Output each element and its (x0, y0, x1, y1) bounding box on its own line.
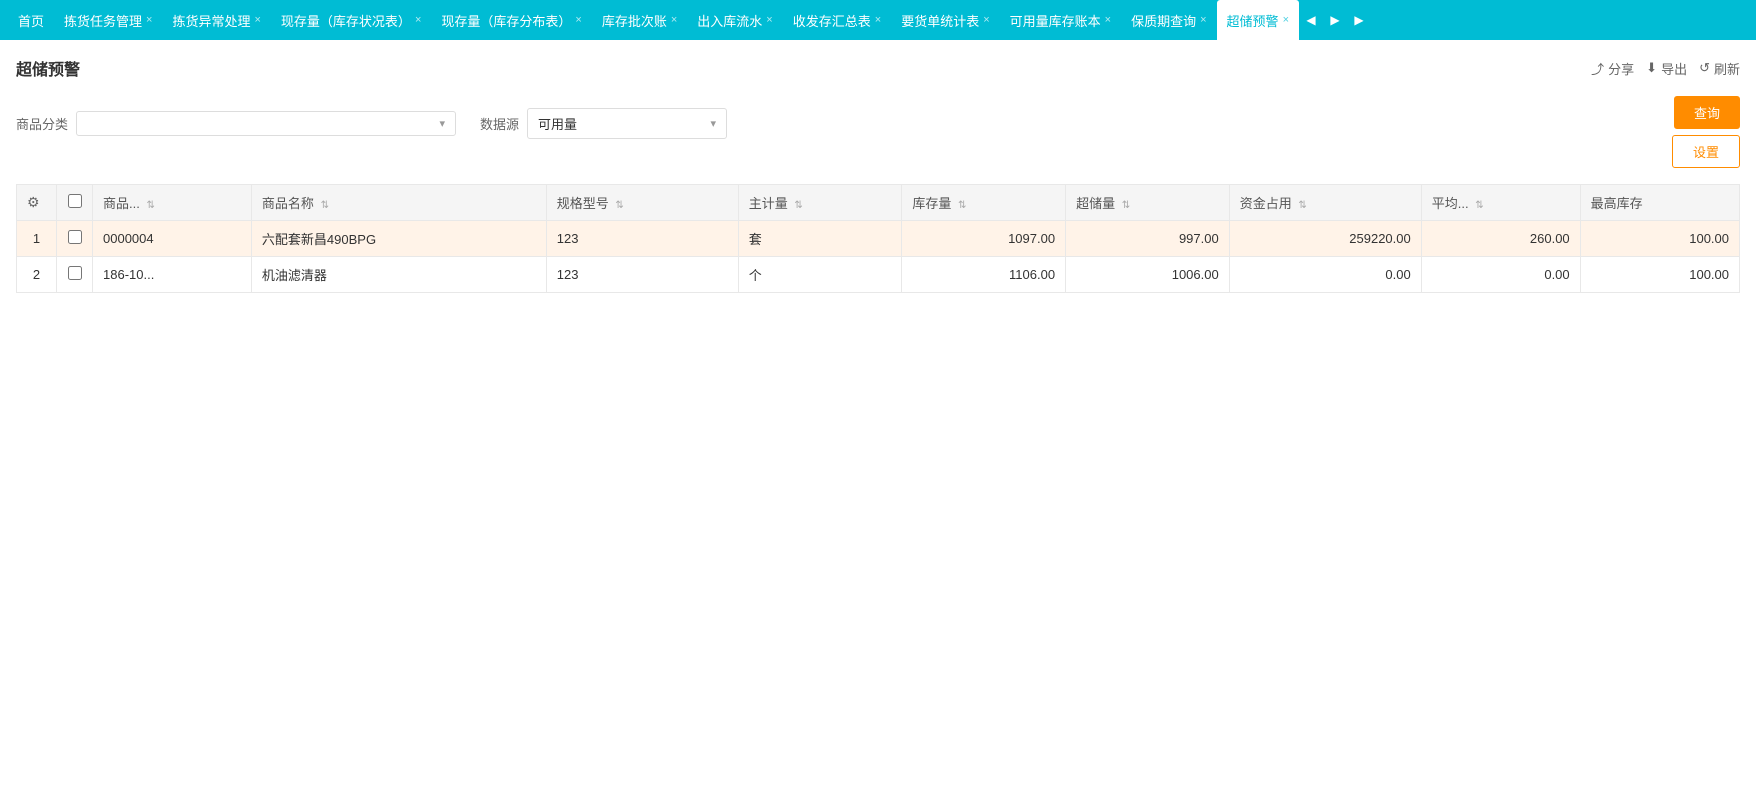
close-icon[interactable]: × (1200, 14, 1206, 26)
cell-avg: 0.00 (1421, 257, 1580, 293)
nav-item-overstock[interactable]: 超储预警 × (1217, 0, 1299, 40)
cell-product-code: 0000004 (93, 221, 252, 257)
sort-icon: ⇅ (958, 200, 966, 211)
cell-unit: 套 (738, 221, 902, 257)
filter-buttons: 查询 设置 (1672, 96, 1740, 168)
close-icon[interactable]: × (983, 14, 989, 26)
row-checkbox[interactable] (68, 230, 82, 244)
share-button[interactable]: ⤴ 分享 (1591, 59, 1634, 78)
chevron-down-icon: ▾ (711, 117, 717, 130)
cell-overstock: 997.00 (1066, 221, 1230, 257)
share-icon: ⤴ (1591, 59, 1604, 78)
page-header: 超储预警 ⤴ 分享 ⬇ 导出 ↺ 刷新 (16, 56, 1740, 80)
refresh-button[interactable]: ↺ 刷新 (1699, 59, 1740, 78)
category-label: 商品分类 (16, 114, 68, 133)
table-row: 1 0000004 六配套新昌490BPG 123 套 1097.00 997.… (17, 221, 1740, 257)
cell-product-name: 六配套新昌490BPG (251, 221, 546, 257)
page-title: 超储预警 (16, 56, 80, 80)
settings-button[interactable]: 设置 (1672, 135, 1740, 168)
sort-icon: ⇅ (321, 200, 329, 211)
category-filter: 商品分类 ▾ (16, 111, 456, 136)
close-icon[interactable]: × (875, 14, 881, 26)
nav-more-arrow[interactable]: ▶ (1347, 0, 1371, 40)
cell-overstock: 1006.00 (1066, 257, 1230, 293)
close-icon[interactable]: × (671, 14, 677, 26)
sort-icon: ⇅ (1298, 200, 1306, 211)
row-index: 1 (17, 221, 57, 257)
header-actions: ⤴ 分享 ⬇ 导出 ↺ 刷新 (1591, 59, 1740, 78)
cell-max-stock: 100.00 (1580, 221, 1739, 257)
close-icon[interactable]: × (575, 14, 581, 26)
nav-item-stock-status[interactable]: 现存量（库存状况表） × (271, 0, 431, 40)
nav-item-demand[interactable]: 要货单统计表 × (891, 0, 999, 40)
th-max-stock[interactable]: 最高库存 (1580, 185, 1739, 221)
th-checkbox (57, 185, 93, 221)
row-checkbox[interactable] (68, 266, 82, 280)
row-checkbox-cell (57, 221, 93, 257)
sort-icon: ⇅ (146, 200, 154, 211)
th-settings[interactable]: ⚙ (17, 185, 57, 221)
nav-left-arrow[interactable]: ◀ (1299, 0, 1323, 40)
top-navigation: 首页 拣货任务管理 × 拣货异常处理 × 现存量（库存状况表） × 现存量（库存… (0, 0, 1756, 40)
th-product-name[interactable]: 商品名称 ⇅ (251, 185, 546, 221)
row-index: 2 (17, 257, 57, 293)
cell-capital: 259220.00 (1229, 221, 1421, 257)
query-button[interactable]: 查询 (1674, 96, 1740, 129)
cell-product-code: 186-10... (93, 257, 252, 293)
cell-spec: 123 (546, 257, 738, 293)
data-table: ⚙ 商品... ⇅ 商品名称 ⇅ 规格型号 ⇅ 主计量 (16, 184, 1740, 293)
nav-item-stock-dist[interactable]: 现存量（库存分布表） × (431, 0, 591, 40)
cell-avg: 260.00 (1421, 221, 1580, 257)
cell-spec: 123 (546, 221, 738, 257)
cell-max-stock: 100.00 (1580, 257, 1739, 293)
cell-stock: 1106.00 (902, 257, 1066, 293)
th-unit[interactable]: 主计量 ⇅ (738, 185, 902, 221)
export-icon: ⬇ (1646, 60, 1657, 76)
datasource-filter: 数据源 可用量 ▾ (480, 108, 727, 139)
close-icon[interactable]: × (1105, 14, 1111, 26)
th-product-code[interactable]: 商品... ⇅ (93, 185, 252, 221)
th-spec[interactable]: 规格型号 ⇅ (546, 185, 738, 221)
th-capital[interactable]: 资金占用 ⇅ (1229, 185, 1421, 221)
sort-icon: ⇅ (1475, 200, 1483, 211)
nav-right-arrow[interactable]: ▶ (1323, 0, 1347, 40)
close-icon[interactable]: × (766, 14, 772, 26)
sort-icon: ⇅ (794, 200, 802, 211)
th-overstock[interactable]: 超储量 ⇅ (1066, 185, 1230, 221)
select-all-checkbox[interactable] (68, 194, 82, 208)
sort-icon: ⇅ (1122, 200, 1130, 211)
sort-icon: ⇅ (615, 200, 623, 211)
close-icon[interactable]: × (254, 14, 260, 26)
nav-item-summary[interactable]: 收发存汇总表 × (783, 0, 891, 40)
table-header-row: ⚙ 商品... ⇅ 商品名称 ⇅ 规格型号 ⇅ 主计量 (17, 185, 1740, 221)
chevron-down-icon: ▾ (439, 117, 445, 130)
close-icon[interactable]: × (415, 14, 421, 26)
close-icon[interactable]: × (146, 14, 152, 26)
row-checkbox-cell (57, 257, 93, 293)
nav-item-batch[interactable]: 库存批次账 × (592, 0, 687, 40)
datasource-label: 数据源 (480, 114, 519, 133)
nav-item-home[interactable]: 首页 (8, 0, 54, 40)
gear-icon[interactable]: ⚙ (27, 194, 40, 210)
datasource-select[interactable]: 可用量 ▾ (527, 108, 727, 139)
category-select[interactable]: ▾ (76, 111, 456, 136)
cell-unit: 个 (738, 257, 902, 293)
export-button[interactable]: ⬇ 导出 (1646, 59, 1687, 78)
datasource-value: 可用量 (538, 114, 577, 133)
cell-capital: 0.00 (1229, 257, 1421, 293)
nav-item-inout-flow[interactable]: 出入库流水 × (687, 0, 782, 40)
nav-item-expiry[interactable]: 保质期查询 × (1121, 0, 1216, 40)
th-avg[interactable]: 平均... ⇅ (1421, 185, 1580, 221)
cell-product-name: 机油滤清器 (251, 257, 546, 293)
main-content: 超储预警 ⤴ 分享 ⬇ 导出 ↺ 刷新 商品分类 ▾ (0, 40, 1756, 800)
nav-item-available[interactable]: 可用量库存账本 × (1000, 0, 1121, 40)
nav-item-task-mgmt[interactable]: 拣货任务管理 × (54, 0, 162, 40)
nav-item-exception[interactable]: 拣货异常处理 × (162, 0, 270, 40)
th-stock[interactable]: 库存量 ⇅ (902, 185, 1066, 221)
table-row: 2 186-10... 机油滤清器 123 个 1106.00 1006.00 … (17, 257, 1740, 293)
close-icon[interactable]: × (1283, 14, 1289, 26)
refresh-icon: ↺ (1699, 60, 1710, 76)
cell-stock: 1097.00 (902, 221, 1066, 257)
